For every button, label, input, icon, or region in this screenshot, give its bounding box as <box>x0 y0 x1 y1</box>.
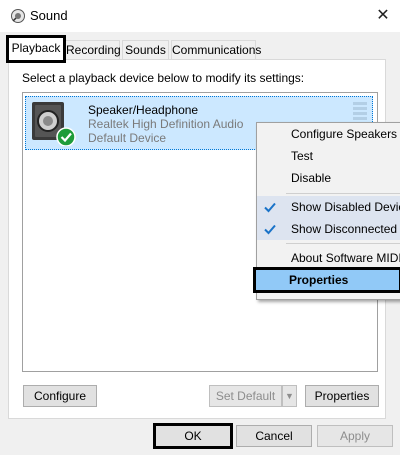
apply-button[interactable]: Apply <box>317 425 393 447</box>
tab-communications[interactable]: Communications <box>171 40 261 60</box>
menu-item-test[interactable]: Test <box>257 145 400 167</box>
close-button[interactable]: ✕ <box>370 4 396 28</box>
menu-item-show-disabled-devices[interactable]: Show Disabled Devic <box>257 196 400 218</box>
menu-separator <box>286 243 400 244</box>
instruction-text: Select a playback device below to modify… <box>22 71 305 85</box>
configure-button[interactable]: Configure <box>23 385 97 407</box>
device-driver: Realtek High Definition Audio <box>88 117 244 131</box>
properties-button[interactable]: Properties <box>305 385 379 407</box>
tab-recording[interactable]: Recording <box>65 40 121 60</box>
device-status: Default Device <box>88 131 167 145</box>
tab-playback[interactable]: Playback <box>6 35 66 63</box>
set-default-dropdown-arrow[interactable]: ▼ <box>282 385 297 407</box>
tab-sounds[interactable]: Sounds <box>122 40 169 60</box>
window-title: Sound <box>30 8 68 23</box>
set-default-button[interactable]: Set Default <box>209 385 282 407</box>
speaker-app-icon <box>11 9 25 23</box>
menu-item-configure-speakers[interactable]: Configure Speakers <box>257 123 400 145</box>
ok-button[interactable]: OK <box>153 423 233 449</box>
menu-item-disable[interactable]: Disable <box>257 167 400 189</box>
menu-item-show-disconnected-devices[interactable]: Show Disconnected I <box>257 218 400 240</box>
cancel-button[interactable]: Cancel <box>236 425 312 447</box>
checkmark-icon <box>264 202 276 213</box>
checkmark-icon <box>264 224 276 235</box>
menu-item-properties[interactable]: Properties <box>253 267 400 293</box>
speaker-icon <box>32 102 76 146</box>
menu-separator <box>286 193 400 194</box>
default-check-icon <box>56 127 76 146</box>
device-name: Speaker/Headphone <box>88 103 199 117</box>
menu-item-about-software-midi[interactable]: About Software MIDI <box>257 247 400 269</box>
